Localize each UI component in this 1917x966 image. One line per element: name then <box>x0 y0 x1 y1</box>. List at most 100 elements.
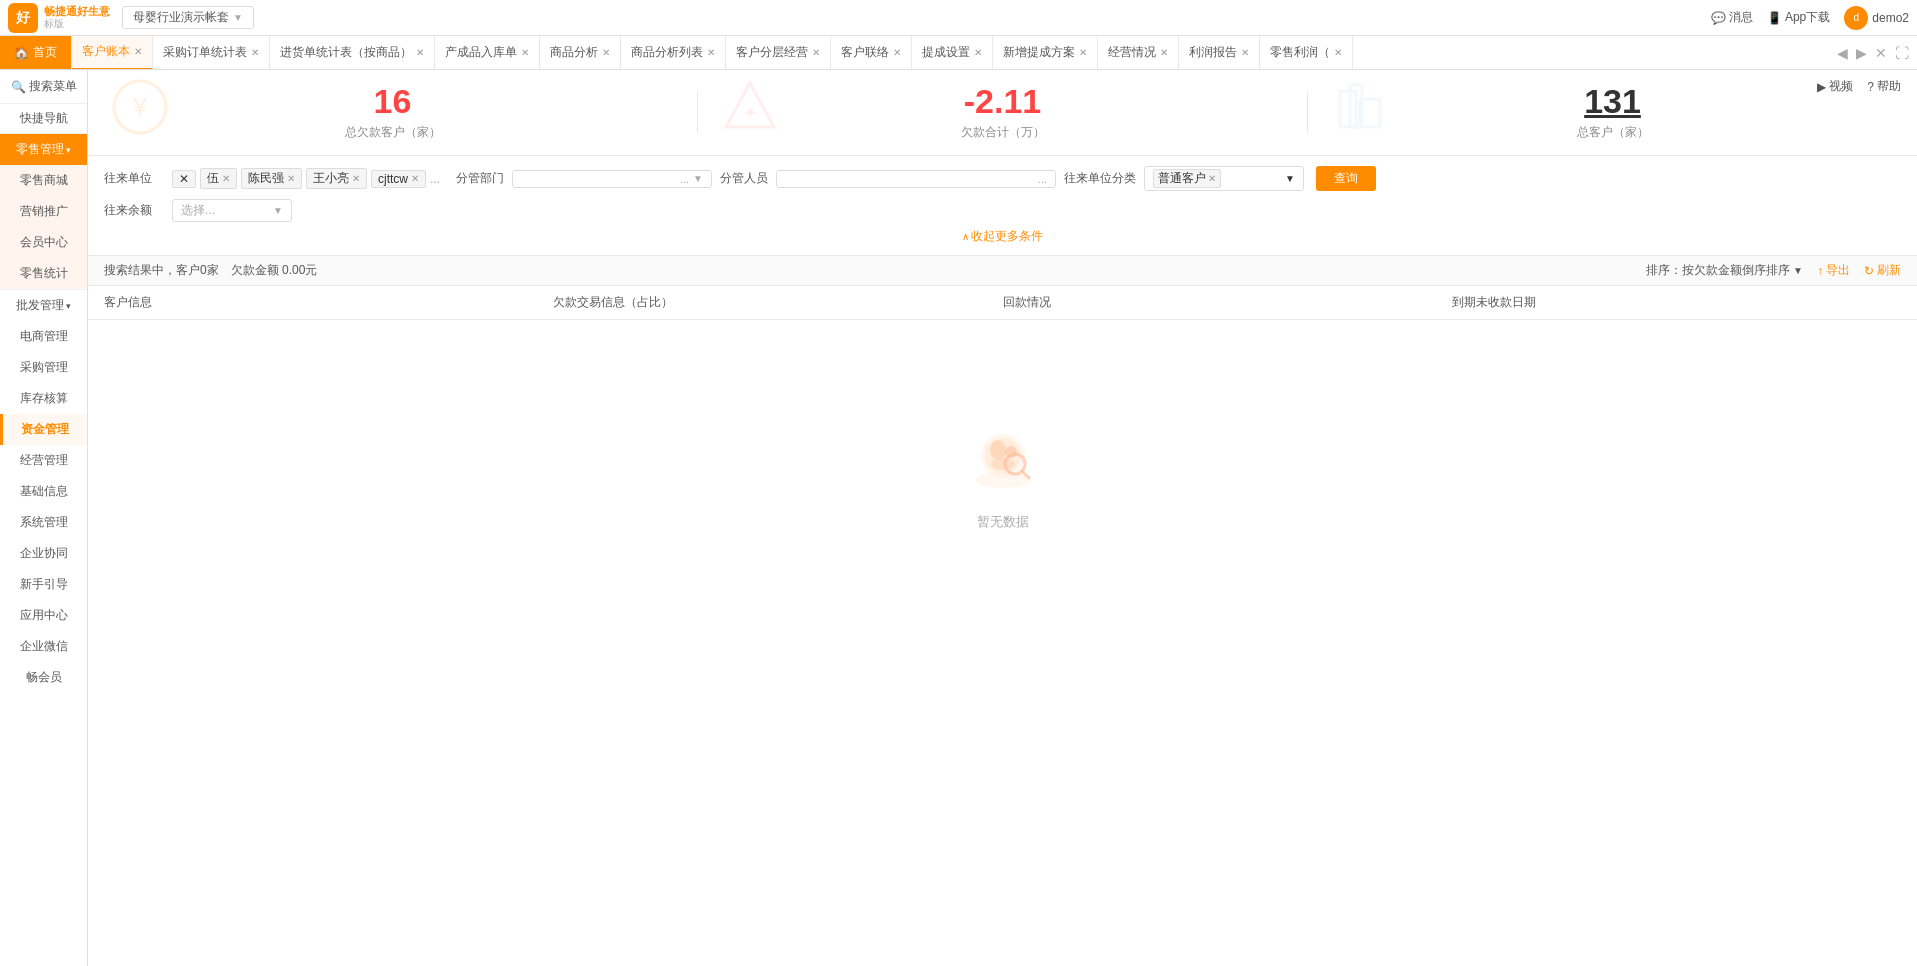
tab-next-btn[interactable]: ▶ <box>1854 43 1869 63</box>
tab-inbound[interactable]: 进货单统计表（按商品） ✕ <box>270 36 435 70</box>
sort-selector[interactable]: 排序：按欠款金额倒序排序 ▼ <box>1646 262 1803 279</box>
tab-prompt[interactable]: 提成设置 ✕ <box>912 36 993 70</box>
refresh-label: 刷新 <box>1877 262 1901 279</box>
remove-tag-unit4[interactable]: ✕ <box>411 173 419 184</box>
tab-close-operation[interactable]: ✕ <box>1160 47 1168 58</box>
sidebar-item-operation-mgr[interactable]: 经营管理 <box>0 445 87 476</box>
sidebar-item-member[interactable]: 会员中心 <box>0 227 87 258</box>
results-right: 排序：按欠款金额倒序排序 ▼ ↑ 导出 ↻ 刷新 <box>1646 262 1901 279</box>
sidebar-item-marketing[interactable]: 营销推广 <box>0 196 87 227</box>
help-btn[interactable]: ? 帮助 <box>1867 78 1901 95</box>
sidebar-item-newcomer[interactable]: 新手引导 <box>0 569 87 600</box>
sidebar-item-retail-mall[interactable]: 零售商城 <box>0 165 87 196</box>
enterprise-selector[interactable]: 母婴行业演示帐套 ▼ <box>122 6 254 29</box>
top-bar-right: 💬 消息 📱 App下载 d demo2 <box>1711 6 1909 30</box>
svg-point-12 <box>991 458 1015 470</box>
tab-new-prompt[interactable]: 新增提成方案 ✕ <box>993 36 1098 70</box>
balance-placeholder: 选择... <box>181 202 273 219</box>
tab-goods-list[interactable]: 商品分析列表 ✕ <box>621 36 726 70</box>
sidebar-item-ecommerce[interactable]: 电商管理 <box>0 321 87 352</box>
tab-home[interactable]: 🏠 首页 <box>0 36 72 70</box>
sidebar-item-retail[interactable]: 零售管理 ▾ <box>0 134 87 165</box>
results-bar: 搜索结果中，客户0家 欠款金额 0.00元 排序：按欠款金额倒序排序 ▼ ↑ 导… <box>88 256 1917 286</box>
filter-tag-unit4: cjttcw ✕ <box>371 170 426 188</box>
sidebar-item-system[interactable]: 系统管理 <box>0 507 87 538</box>
tab-close-profit[interactable]: ✕ <box>1241 47 1249 58</box>
tab-customer-link[interactable]: 客户联络 ✕ <box>831 36 912 70</box>
sidebar-item-inventory[interactable]: 库存核算 <box>0 383 87 414</box>
tab-account[interactable]: 客户账本 ✕ <box>72 36 153 70</box>
col-due-date: 到期未收款日期 <box>1452 294 1901 311</box>
remove-tag-unit2[interactable]: ✕ <box>287 173 295 184</box>
query-btn[interactable]: 查询 <box>1316 166 1376 191</box>
search-icon: 🔍 <box>11 80 26 94</box>
sidebar-item-basic-info[interactable]: 基础信息 <box>0 476 87 507</box>
stat-label-3: 总客户（家） <box>1577 124 1649 141</box>
logo-icon: 好 <box>8 3 38 33</box>
tab-prev-btn[interactable]: ◀ <box>1835 43 1850 63</box>
tab-purchase-order[interactable]: 采购订单统计表 ✕ <box>153 36 270 70</box>
sidebar-item-enterprise-coop[interactable]: 企业协同 <box>0 538 87 569</box>
tab-close-all-btn[interactable]: ✕ <box>1873 43 1889 63</box>
stat-icon-2: ✦ <box>722 79 778 147</box>
remove-tag-unit1[interactable]: ✕ <box>222 173 230 184</box>
video-btn[interactable]: ▶ 视频 <box>1817 78 1853 95</box>
app-download-btn[interactable]: 📱 App下载 <box>1767 9 1830 26</box>
sidebar-item-retail-stat[interactable]: 零售统计 <box>0 258 87 289</box>
balance-arrow: ▼ <box>273 205 283 216</box>
refresh-icon: ↻ <box>1864 264 1874 278</box>
remove-category[interactable]: ✕ <box>1208 173 1216 184</box>
tab-profit[interactable]: 利润报告 ✕ <box>1179 36 1260 70</box>
person-more: ... <box>1038 173 1047 185</box>
svg-rect-4 <box>1340 91 1356 127</box>
collapse-btn[interactable]: ∧ 收起更多条件 <box>962 228 1043 245</box>
tab-close-account[interactable]: ✕ <box>134 46 142 57</box>
tab-close-new-prompt[interactable]: ✕ <box>1079 47 1087 58</box>
svg-text:¥: ¥ <box>132 93 147 120</box>
filter-row-1: 往来单位 ✕ 伍 ✕ 陈民强 ✕ 王小亮 ✕ <box>104 166 1901 191</box>
tab-goods-analysis[interactable]: 商品分析 ✕ <box>540 36 621 70</box>
sidebar-item-member-card[interactable]: 畅会员 <box>0 662 87 693</box>
message-btn[interactable]: 💬 消息 <box>1711 9 1753 26</box>
refresh-btn[interactable]: ↻ 刷新 <box>1864 262 1901 279</box>
sort-arrow-icon: ▼ <box>1793 265 1803 276</box>
balance-selector[interactable]: 选择... ▼ <box>172 199 292 222</box>
tab-close-goods-list[interactable]: ✕ <box>707 47 715 58</box>
tab-close-purchase[interactable]: ✕ <box>251 47 259 58</box>
category-selector[interactable]: 普通客户 ✕ ▼ <box>1144 166 1304 191</box>
sidebar-quick-nav[interactable]: 快捷导航 <box>0 104 87 134</box>
sidebar-item-app-center[interactable]: 应用中心 <box>0 600 87 631</box>
tab-close-goods[interactable]: ✕ <box>602 47 610 58</box>
tab-cost-inbound[interactable]: 产成品入库单 ✕ <box>435 36 540 70</box>
stat-number-3: 131 <box>1584 84 1641 118</box>
export-btn[interactable]: ↑ 导出 <box>1817 262 1850 279</box>
remove-tag-unit3[interactable]: ✕ <box>352 173 360 184</box>
tab-close-inbound[interactable]: ✕ <box>416 47 424 58</box>
person-selector[interactable]: ... <box>776 170 1056 188</box>
tab-close-prompt[interactable]: ✕ <box>974 47 982 58</box>
tab-close-link[interactable]: ✕ <box>893 47 901 58</box>
stats-bar: ¥ 16 总欠款客户（家） ✦ -2.11 欠款合计（万） <box>88 70 1917 156</box>
sidebar-item-purchase[interactable]: 采购管理 <box>0 352 87 383</box>
tab-close-tier[interactable]: ✕ <box>812 47 820 58</box>
empty-text: 暂无数据 <box>977 513 1029 531</box>
user-area[interactable]: d demo2 <box>1844 6 1909 30</box>
help-icon: ? <box>1867 80 1874 94</box>
export-icon: ↑ <box>1817 264 1823 278</box>
tab-customer-tier[interactable]: 客户分层经营 ✕ <box>726 36 831 70</box>
tab-close-cost[interactable]: ✕ <box>521 47 529 58</box>
tab-operation[interactable]: 经营情况 ✕ <box>1098 36 1179 70</box>
sidebar-item-wholesale[interactable]: 批发管理 ▾ <box>0 290 87 321</box>
tab-retail-profit[interactable]: 零售利润（ ✕ <box>1260 36 1353 70</box>
tab-expand-btn[interactable]: ⛶ <box>1893 43 1911 63</box>
filter-more-btn[interactable]: ... <box>430 172 440 186</box>
logo-text-line1: 畅捷通好生意 <box>44 5 110 18</box>
tab-close-retail[interactable]: ✕ <box>1334 47 1342 58</box>
sidebar-item-enterprise-wechat[interactable]: 企业微信 <box>0 631 87 662</box>
dept-selector[interactable]: ... ▼ <box>512 170 712 188</box>
sidebar-item-capital[interactable]: 资金管理 <box>0 414 87 445</box>
filter-tag-unit1: 伍 ✕ <box>200 168 237 189</box>
table-empty-state: 暂无数据 <box>88 320 1917 631</box>
logo-area: 好 畅捷通好生意 标版 <box>8 3 110 33</box>
sidebar-search-btn[interactable]: 🔍 搜索菜单 <box>0 70 87 104</box>
